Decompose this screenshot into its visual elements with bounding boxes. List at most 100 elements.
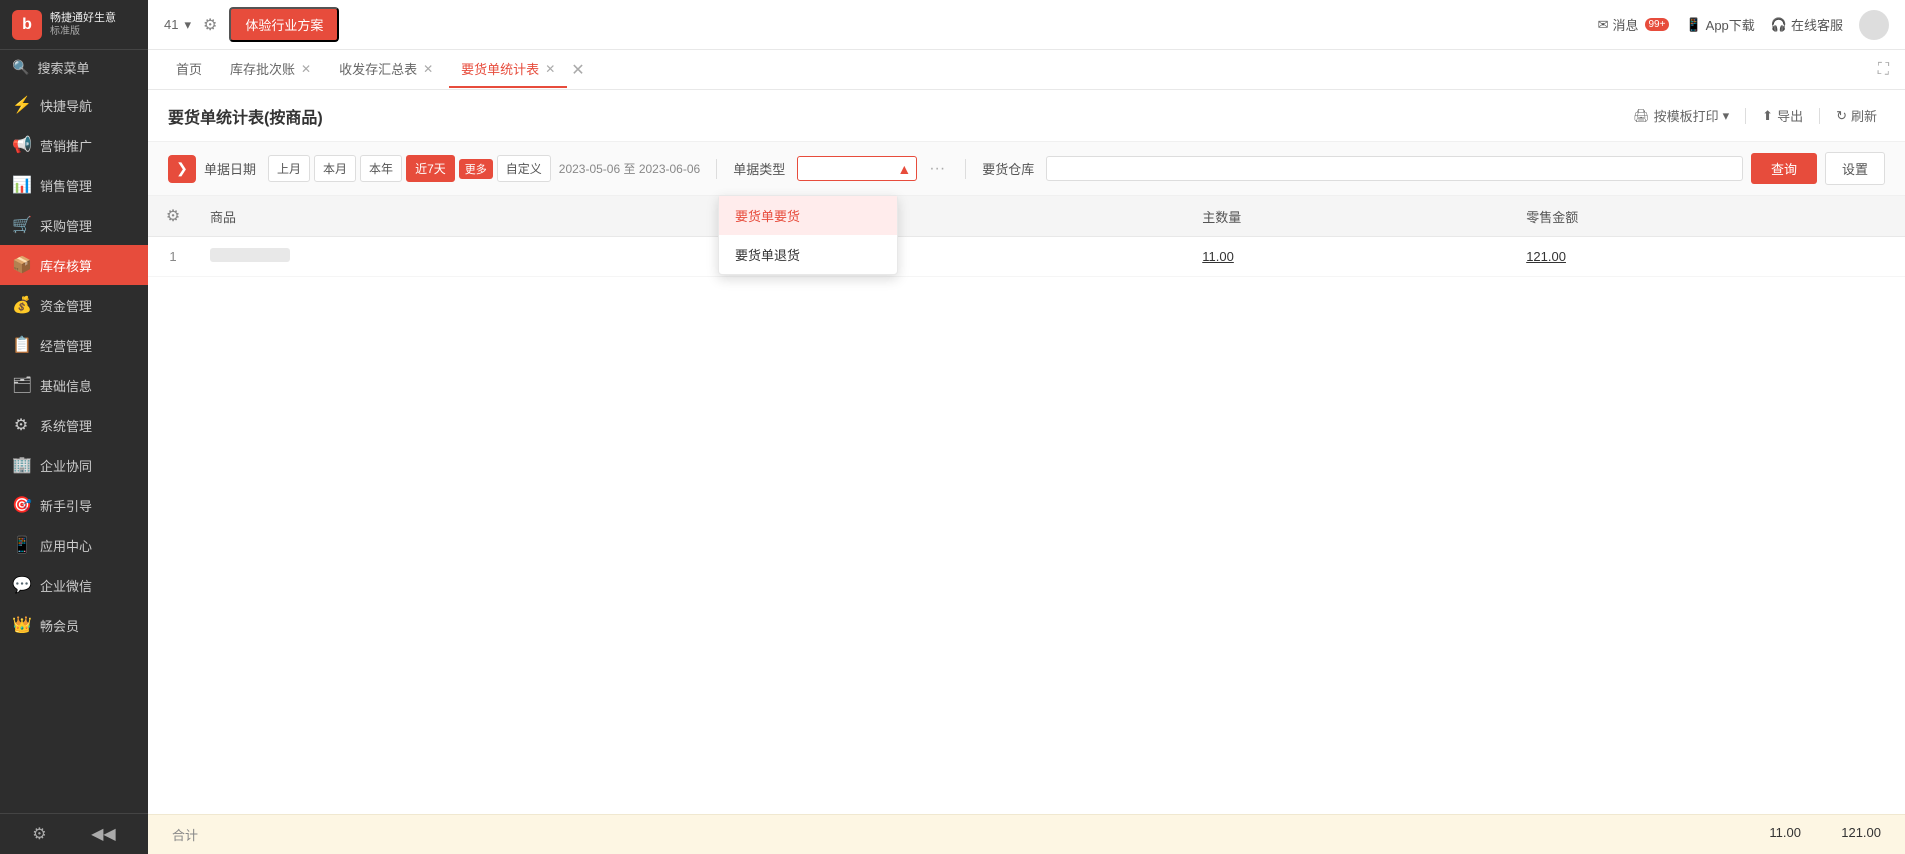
tab-inout-summary-close[interactable]: ✕ [423,62,433,76]
warehouse-input[interactable] [1046,156,1743,181]
sales-icon: 📊 [12,175,30,195]
cell-quantity[interactable]: 11.00 [1190,237,1514,277]
search-label: 搜索菜单 [37,58,89,77]
cell-amount[interactable]: 121.00 [1514,237,1905,277]
sidebar-item-marketing[interactable]: 📢 营销推广 [0,125,148,165]
tab-requisition-stats[interactable]: 要货单统计表 ✕ [449,51,567,88]
print-dropdown-icon: ▾ [1723,108,1730,124]
sidebar-label-inventory: 库存核算 [40,256,92,275]
sidebar-item-wechat[interactable]: 💬 企业微信 [0,565,148,605]
print-btn[interactable]: 🖨 按模板打印 ▾ [1625,102,1737,129]
topbar-settings-btn[interactable]: ⚙ [203,15,217,35]
th-settings[interactable]: ⚙ [148,196,198,237]
date-btn-7days[interactable]: 近7天 [406,155,455,182]
quantity-link[interactable]: 11.00 [1202,249,1234,264]
inventory-icon: 📦 [12,255,30,275]
export-btn[interactable]: ⬆ 导出 [1754,102,1811,129]
sidebar-item-inventory[interactable]: 📦 库存核算 [0,245,148,285]
settings-btn[interactable]: 设置 [1825,152,1885,185]
sidebar-label-enterprise: 企业协同 [40,456,92,475]
dropdown-item-return[interactable]: 要货单退货 [719,235,897,274]
sidebar-item-finance[interactable]: 💰 资金管理 [0,285,148,325]
sidebar-item-operation[interactable]: 📋 经营管理 [0,325,148,365]
quick-nav-icon: ⚡ [12,95,30,115]
date-filter-label: 单据日期 [204,159,256,178]
sidebar-item-quick-nav[interactable]: ⚡ 快捷导航 [0,85,148,125]
topbar-right: ✉ 消息 99+ 📱 App下载 🎧 在线客服 [1598,10,1889,40]
refresh-icon: ↻ [1836,108,1847,124]
tab-inventory-batch[interactable]: 库存批次账 ✕ [218,51,323,88]
app-logo: b 畅捷通好生意 标准版 [0,0,148,50]
table-header-row: ⚙ 商品 主计量单位 主数量 零售金额 [148,196,1905,237]
user-avatar[interactable] [1859,10,1889,40]
marketing-icon: 📢 [12,135,30,155]
date-btn-last-month[interactable]: 上月 [268,155,310,182]
sidebar-label-wechat: 企业微信 [40,576,92,595]
sidebar-item-appstore[interactable]: 📱 应用中心 [0,525,148,565]
store-selector[interactable]: 41 ▾ [164,17,191,33]
main-area: 41 ▾ ⚙ 体验行业方案 ✉ 消息 99+ 📱 App下载 🎧 在线客服 [148,0,1905,854]
sidebar-settings-btn[interactable]: ⚙ [32,824,46,844]
sidebar-search[interactable]: 🔍 搜索菜单 [0,50,148,85]
operation-icon: 📋 [12,335,30,355]
filter-toggle-btn[interactable]: ❯ [168,155,196,183]
page-header: 要货单统计表(按商品) 🖨 按模板打印 ▾ ⬆ 导出 ↻ 刷新 [148,90,1905,142]
sidebar-item-system[interactable]: ⚙ 系统管理 [0,405,148,445]
close-all-tabs-btn[interactable]: ✕ [571,60,584,80]
page-actions: 🖨 按模板打印 ▾ ⬆ 导出 ↻ 刷新 [1625,102,1885,129]
refresh-btn[interactable]: ↻ 刷新 [1828,102,1885,129]
purchase-icon: 🛒 [12,215,30,235]
logo-name: 畅捷通好生意 [50,11,116,25]
sidebar-label-basic: 基础信息 [40,376,92,395]
sidebar-collapse-btn[interactable]: ◀◀ [91,824,116,844]
tab-inventory-batch-close[interactable]: ✕ [301,62,311,76]
table-footer: 合计 11.00 121.00 [148,814,1905,854]
page-title: 要货单统计表(按商品) [168,104,323,128]
guide-icon: 🎯 [12,495,30,515]
trial-btn[interactable]: 体验行业方案 [229,7,339,42]
tab-requisition-stats-label: 要货单统计表 [461,59,539,78]
product-placeholder [210,248,290,262]
export-icon: ⬆ [1762,108,1773,124]
filter-bar: ❯ 单据日期 上月 本月 本年 近7天 更多 自定义 2023-05-06 至 … [148,142,1905,196]
sidebar-item-purchase[interactable]: 🛒 采购管理 [0,205,148,245]
service-btn[interactable]: 🎧 在线客服 [1771,15,1843,34]
date-btn-this-year[interactable]: 本年 [360,155,402,182]
page-content: 要货单统计表(按商品) 🖨 按模板打印 ▾ ⬆ 导出 ↻ 刷新 [148,90,1905,854]
sidebar-label-guide: 新手引导 [40,496,92,515]
sidebar-item-basic[interactable]: 🗂 基础信息 [0,365,148,405]
messages-label: 消息 [1612,15,1638,34]
sidebar-item-member[interactable]: 👑 畅会员 [0,605,148,645]
system-icon: ⚙ [12,415,30,435]
doc-type-select[interactable]: 要货单要货 要货单退货 [797,156,917,181]
app-label: App下载 [1706,15,1755,34]
date-more-badge[interactable]: 更多 [459,159,493,179]
sidebar-item-guide[interactable]: 🎯 新手引导 [0,485,148,525]
service-icon: 🎧 [1771,17,1787,33]
topbar: 41 ▾ ⚙ 体验行业方案 ✉ 消息 99+ 📱 App下载 🎧 在线客服 [148,0,1905,50]
refresh-label: 刷新 [1851,106,1877,125]
messages-btn[interactable]: ✉ 消息 99+ [1598,15,1670,34]
column-settings-icon[interactable]: ⚙ [166,208,180,225]
date-btn-this-month[interactable]: 本月 [314,155,356,182]
tab-requisition-stats-close[interactable]: ✕ [545,62,555,76]
th-product: 商品 [198,196,733,237]
print-label: 按模板打印 [1654,106,1719,125]
sidebar-item-sales[interactable]: 📊 销售管理 [0,165,148,205]
date-btn-custom[interactable]: 自定义 [497,155,551,182]
table-row: 1 块 11.00 121.00 [148,237,1905,277]
tab-inout-summary[interactable]: 收发存汇总表 ✕ [327,51,445,88]
finance-icon: 💰 [12,295,30,315]
sidebar-item-enterprise[interactable]: 🏢 企业协同 [0,445,148,485]
member-icon: 👑 [12,615,30,635]
query-btn[interactable]: 查询 [1751,153,1817,184]
sidebar-label-finance: 资金管理 [40,296,92,315]
filter-more-btn[interactable]: ··· [925,156,949,182]
tab-home[interactable]: 首页 [164,51,214,88]
app-download-btn[interactable]: 📱 App下载 [1685,15,1754,34]
th-quantity: 主数量 [1190,196,1514,237]
dropdown-item-purchase[interactable]: 要货单要货 [719,196,897,235]
cell-product [198,237,733,277]
maximize-btn[interactable]: ⛶ [1878,61,1889,79]
amount-link[interactable]: 121.00 [1526,249,1566,264]
